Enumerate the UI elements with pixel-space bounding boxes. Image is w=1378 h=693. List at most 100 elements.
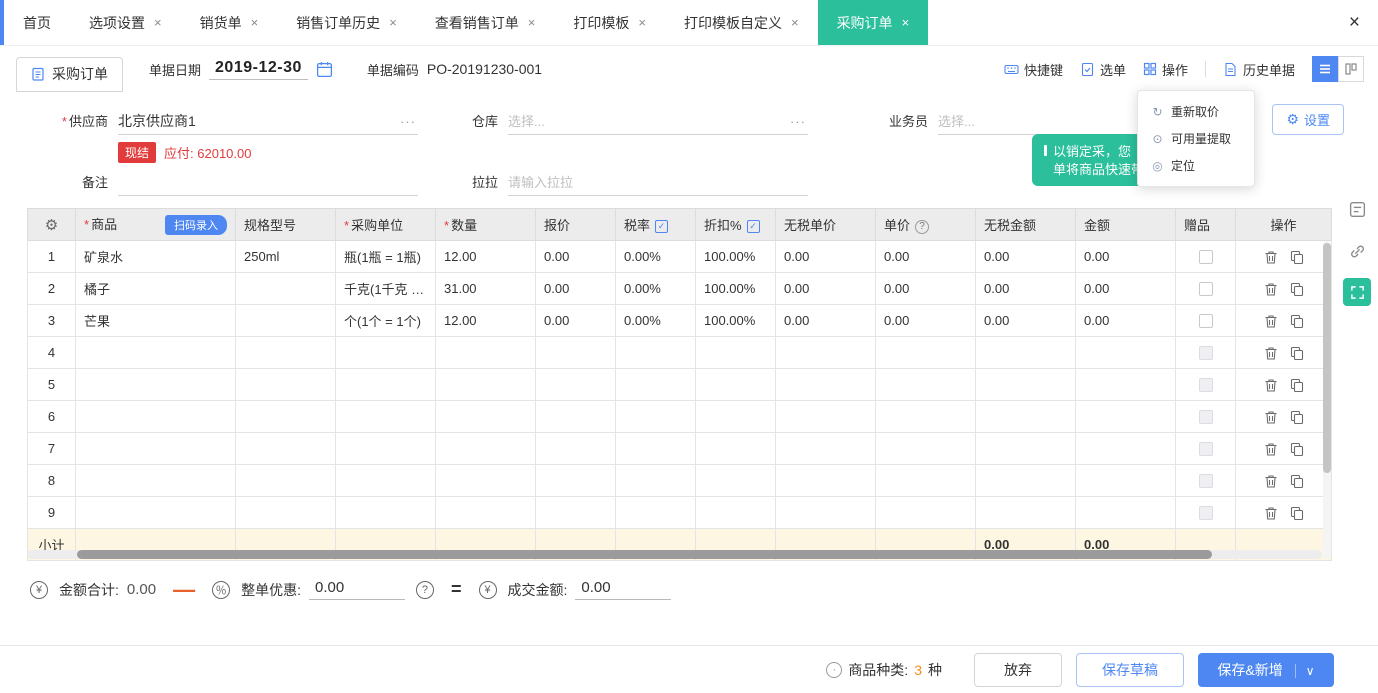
- remark-field[interactable]: [118, 169, 418, 196]
- cell-price[interactable]: [875, 368, 976, 401]
- tab-close-icon[interactable]: ×: [154, 15, 162, 30]
- cell-quote[interactable]: 0.00: [535, 240, 616, 273]
- delete-row-icon[interactable]: [1264, 250, 1278, 265]
- cell-quote[interactable]: [535, 336, 616, 369]
- cell-tax-rate[interactable]: 0.00%: [615, 240, 696, 273]
- tab-close-icon[interactable]: ×: [528, 15, 536, 30]
- delete-row-icon[interactable]: [1264, 442, 1278, 457]
- cell-spec[interactable]: [235, 464, 336, 497]
- save-and-new-button[interactable]: 保存&新增 ∨: [1198, 652, 1334, 687]
- cell-quote[interactable]: [535, 464, 616, 497]
- save-draft-button[interactable]: 保存草稿: [1076, 652, 1184, 687]
- delete-row-icon[interactable]: [1264, 378, 1278, 393]
- shortcuts-button[interactable]: 快捷键: [1004, 60, 1063, 79]
- cell-price[interactable]: [875, 496, 976, 529]
- nav-tab-5[interactable]: 打印模板 ×: [554, 0, 665, 45]
- copy-row-icon[interactable]: [1290, 474, 1304, 489]
- column-header-settings[interactable]: ⚙: [27, 208, 76, 241]
- tab-close-icon[interactable]: ×: [389, 15, 397, 30]
- window-close-button[interactable]: ×: [1331, 0, 1378, 45]
- cell-product[interactable]: 矿泉水: [75, 240, 236, 273]
- nav-tab-7[interactable]: 采购订单 ×: [817, 0, 929, 45]
- cell-quote[interactable]: [535, 368, 616, 401]
- cell-tax-rate[interactable]: [615, 496, 696, 529]
- cell-tax-rate[interactable]: [615, 464, 696, 497]
- cell-notax-price[interactable]: 0.00: [775, 240, 876, 273]
- delete-row-icon[interactable]: [1264, 314, 1278, 329]
- cell-spec[interactable]: [235, 368, 336, 401]
- delete-row-icon[interactable]: [1264, 474, 1278, 489]
- cell-notax-amount[interactable]: 0.00: [975, 272, 1076, 305]
- cell-tax-rate[interactable]: [615, 400, 696, 433]
- cell-notax-price[interactable]: 0.00: [775, 304, 876, 337]
- supplier-input[interactable]: [118, 110, 398, 132]
- select-order-button[interactable]: 选单: [1080, 60, 1126, 79]
- lala-input[interactable]: [508, 171, 808, 193]
- cell-discount[interactable]: [695, 432, 776, 465]
- cell-amount[interactable]: [1075, 432, 1176, 465]
- remark-input[interactable]: [118, 171, 418, 193]
- form-notes-button[interactable]: [1342, 194, 1372, 224]
- cell-spec[interactable]: [235, 496, 336, 529]
- cell-spec[interactable]: [235, 432, 336, 465]
- cell-amount[interactable]: [1075, 368, 1176, 401]
- batch-edit-icon[interactable]: ✓: [746, 220, 760, 233]
- cell-qty[interactable]: [435, 496, 536, 529]
- chevron-down-icon[interactable]: ∨: [1294, 663, 1315, 678]
- cell-qty[interactable]: [435, 336, 536, 369]
- expand-button[interactable]: [1343, 278, 1371, 306]
- cell-discount[interactable]: 100.00%: [695, 240, 776, 273]
- tab-close-icon[interactable]: ×: [638, 15, 646, 30]
- cell-unit[interactable]: [335, 496, 436, 529]
- calendar-icon[interactable]: [316, 61, 333, 78]
- cell-qty[interactable]: [435, 432, 536, 465]
- gift-checkbox[interactable]: [1198, 314, 1213, 329]
- cell-tax-rate[interactable]: 0.00%: [615, 272, 696, 305]
- cell-tax-rate[interactable]: [615, 368, 696, 401]
- nav-tab-6[interactable]: 打印模板自定义 ×: [665, 0, 818, 45]
- supplier-more-button[interactable]: ···: [398, 114, 418, 129]
- gift-checkbox[interactable]: [1198, 442, 1213, 457]
- gift-checkbox[interactable]: [1198, 506, 1213, 521]
- cell-discount[interactable]: [695, 464, 776, 497]
- cell-amount[interactable]: [1075, 400, 1176, 433]
- cell-amount[interactable]: 0.00: [1075, 240, 1176, 273]
- cell-price[interactable]: [875, 336, 976, 369]
- cell-quote[interactable]: [535, 496, 616, 529]
- cell-unit[interactable]: [335, 432, 436, 465]
- cell-spec[interactable]: [235, 336, 336, 369]
- cell-qty[interactable]: 31.00: [435, 272, 536, 305]
- gift-checkbox[interactable]: [1198, 282, 1213, 297]
- cell-price[interactable]: 0.00: [875, 272, 976, 305]
- cell-amount[interactable]: [1075, 336, 1176, 369]
- nav-tab-2[interactable]: 销货单 ×: [181, 0, 278, 45]
- cell-discount[interactable]: [695, 336, 776, 369]
- cell-notax-price[interactable]: [775, 368, 876, 401]
- cell-amount[interactable]: 0.00: [1075, 304, 1176, 337]
- tab-close-icon[interactable]: ×: [902, 15, 910, 30]
- column-help-icon[interactable]: ?: [915, 220, 930, 234]
- cell-notax-price[interactable]: [775, 432, 876, 465]
- order-discount-input[interactable]: 0.00: [308, 579, 405, 600]
- cell-spec[interactable]: [235, 400, 336, 433]
- cell-quote[interactable]: [535, 400, 616, 433]
- gift-checkbox[interactable]: [1198, 474, 1213, 489]
- grid-view-toggle[interactable]: [1338, 56, 1364, 82]
- cell-tax-rate[interactable]: 0.00%: [615, 304, 696, 337]
- menu-item-1[interactable]: ⊙ 可用量提取: [1138, 125, 1254, 152]
- cell-tax-rate[interactable]: [615, 432, 696, 465]
- deal-amount-input[interactable]: 0.00: [575, 579, 672, 600]
- nav-tab-0[interactable]: 首页: [4, 0, 70, 45]
- cell-amount[interactable]: 0.00: [1075, 272, 1176, 305]
- cell-notax-price[interactable]: [775, 496, 876, 529]
- salesman-field[interactable]: [938, 108, 1119, 135]
- vertical-scrollbar-thumb[interactable]: [1323, 243, 1331, 473]
- cell-qty[interactable]: [435, 464, 536, 497]
- horizontal-scrollbar[interactable]: [27, 550, 1322, 559]
- cell-notax-price[interactable]: [775, 336, 876, 369]
- delete-row-icon[interactable]: [1264, 346, 1278, 361]
- cell-unit[interactable]: [335, 464, 436, 497]
- cell-product[interactable]: [75, 464, 236, 497]
- doc-type-tab[interactable]: 采购订单: [16, 57, 123, 92]
- menu-item-0[interactable]: ↻ 重新取价: [1138, 98, 1254, 125]
